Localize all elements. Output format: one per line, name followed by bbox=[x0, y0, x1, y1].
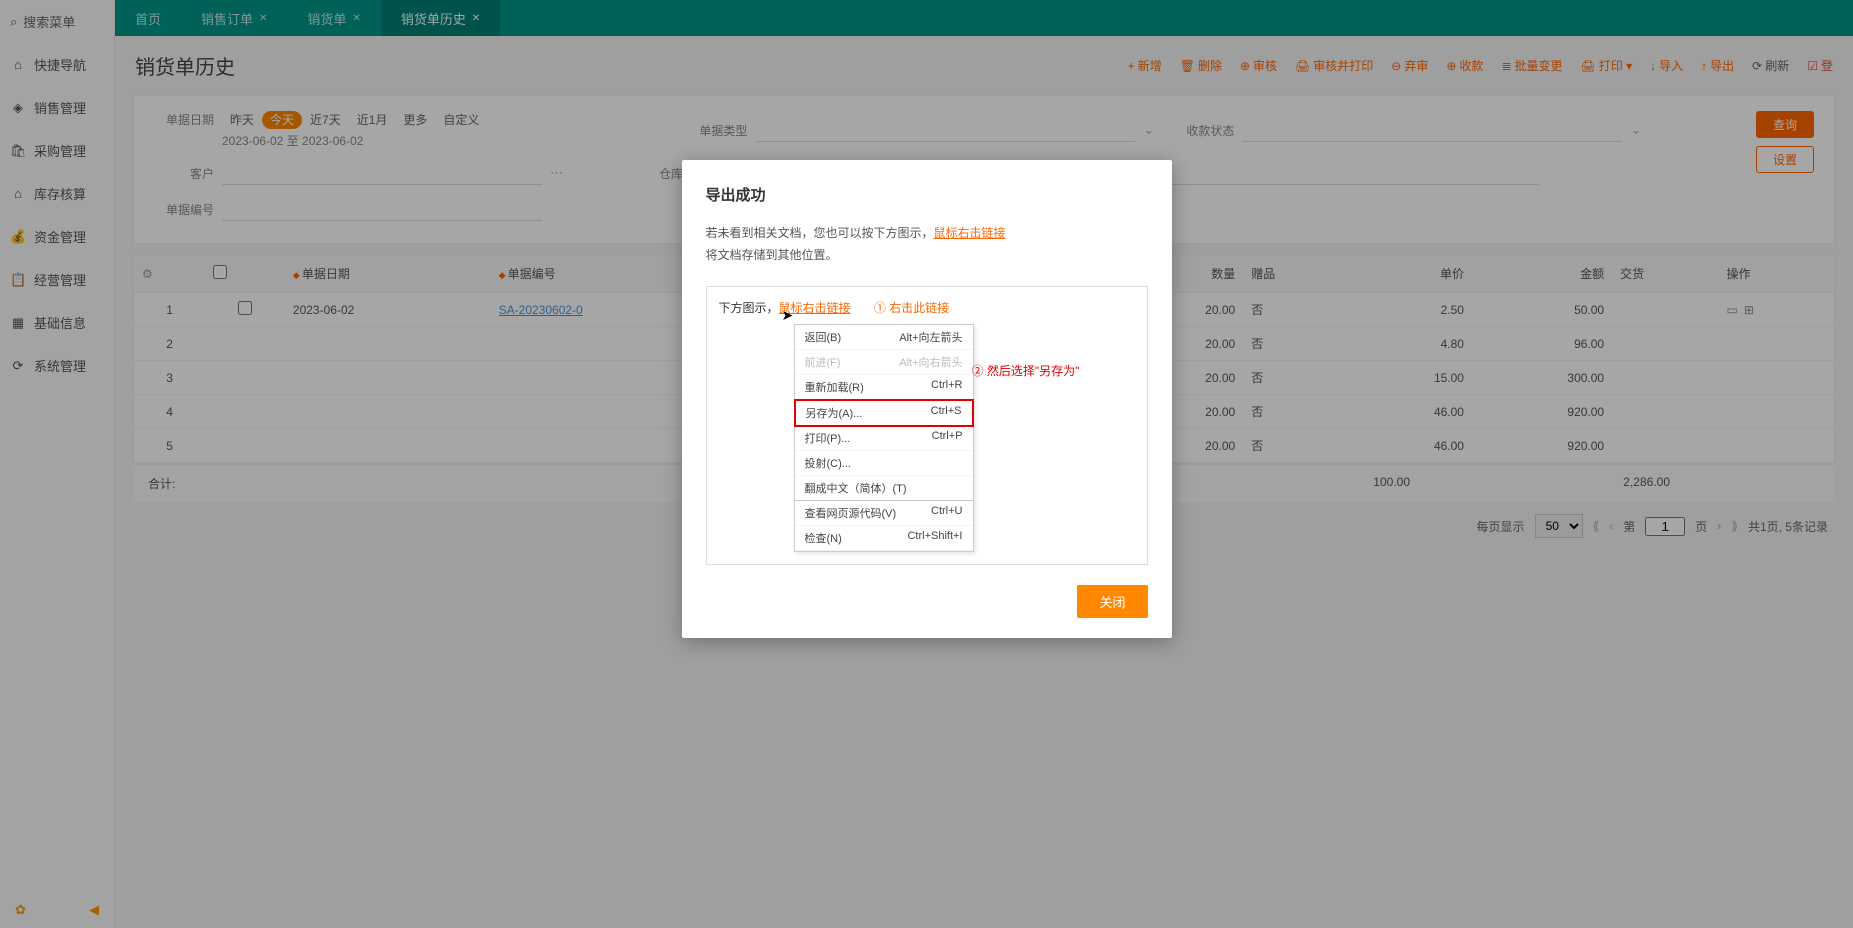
modal-link[interactable]: 鼠标右击链接 bbox=[934, 226, 1006, 240]
ctx-item-4: 打印(P)...Ctrl+P bbox=[795, 426, 973, 451]
ctx-item-0: 返回(B)Alt+向左箭头 bbox=[795, 325, 973, 350]
close-button[interactable]: 关闭 bbox=[1077, 585, 1147, 618]
modal-desc: 若未看到相关文档，您也可以按下方图示，鼠标右击链接 将文档存储到其他位置。 bbox=[706, 223, 1148, 266]
modal-illustration: 下方图示，鼠标右击链接 ➤ ① 右击此链接 返回(B)Alt+向左箭头前进(F)… bbox=[706, 286, 1148, 565]
cursor-icon: ➤ bbox=[782, 307, 794, 324]
ctx-item-5: 投射(C)... bbox=[795, 451, 973, 476]
ctx-item-1: 前进(F)Alt+向右箭头 bbox=[795, 350, 973, 375]
context-menu: 返回(B)Alt+向左箭头前进(F)Alt+向右箭头重新加载(R)Ctrl+R另… bbox=[794, 324, 974, 552]
ctx-item-2: 重新加载(R)Ctrl+R bbox=[795, 375, 973, 400]
illus-note2: ② 然后选择"另存为" bbox=[972, 362, 1080, 379]
illus-note1: ① 右击此链接 bbox=[874, 301, 949, 315]
modal-title: 导出成功 bbox=[706, 184, 1148, 205]
ctx-item-6: 翻成中文（简体）(T) bbox=[795, 476, 973, 501]
modal: 导出成功 若未看到相关文档，您也可以按下方图示，鼠标右击链接 将文档存储到其他位… bbox=[682, 160, 1172, 638]
ctx-item-3: 另存为(A)...Ctrl+S bbox=[794, 399, 974, 427]
ctx-item-7: 查看网页源代码(V)Ctrl+U bbox=[795, 501, 973, 526]
ctx-item-8: 检查(N)Ctrl+Shift+I bbox=[795, 526, 973, 551]
modal-overlay: 导出成功 若未看到相关文档，您也可以按下方图示，鼠标右击链接 将文档存储到其他位… bbox=[0, 0, 1853, 928]
